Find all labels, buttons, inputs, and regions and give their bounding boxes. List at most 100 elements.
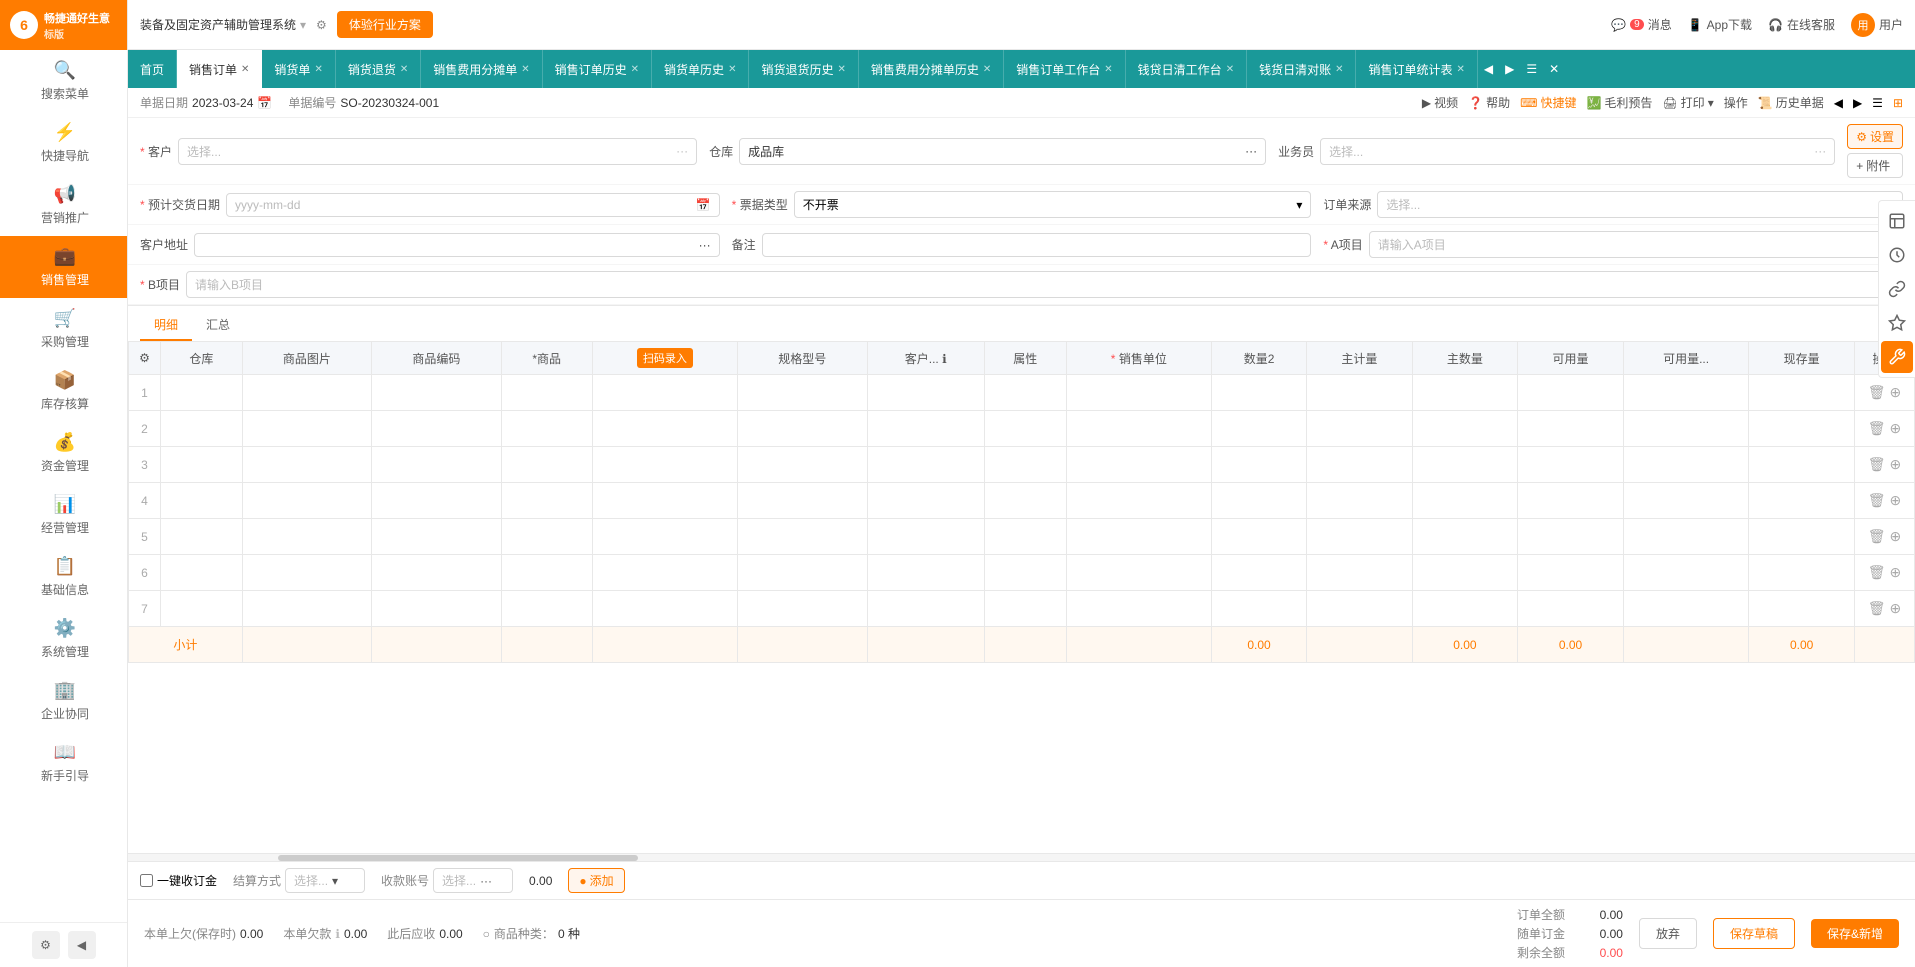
discard-button[interactable]: 放弃 — [1639, 918, 1697, 949]
tab-cash-workbench[interactable]: 钱贷日清工作台 ✕ — [1126, 50, 1247, 88]
tab-order-stats[interactable]: 销售订单统计表 ✕ — [1356, 50, 1477, 88]
sidebar-collapse-btn[interactable]: ◀ — [68, 931, 96, 959]
scroll-thumb[interactable] — [278, 855, 638, 861]
note-input[interactable] — [762, 233, 1312, 257]
th-unit[interactable]: 销售单位 — [1066, 342, 1211, 375]
tab-prev-btn[interactable]: ◀ — [1478, 50, 1499, 88]
copy-icon[interactable]: ⊕ — [1890, 600, 1902, 617]
one-click-checkbox-input[interactable] — [140, 874, 153, 887]
th-avail-qty[interactable]: 可用量 — [1518, 342, 1624, 375]
message-btn[interactable]: 💬 9 消息 — [1611, 16, 1672, 33]
th-main-qty[interactable]: 主数量 — [1412, 342, 1518, 375]
save-draft-button[interactable]: 保存草稿 — [1713, 918, 1795, 949]
delete-icon[interactable]: 🗑 — [1868, 528, 1886, 545]
th-main-unit[interactable]: 主计量 — [1307, 342, 1413, 375]
toolbar-grid-view[interactable]: ⊞ — [1893, 96, 1903, 110]
sidebar-item-marketing[interactable]: 📢 营销推广 — [0, 174, 127, 236]
sidebar-item-quick[interactable]: ⚡ 快捷导航 — [0, 112, 127, 174]
tab-close-icon[interactable]: ✕ — [1226, 64, 1234, 75]
sidebar-item-basic[interactable]: 📋 基础信息 — [0, 546, 127, 608]
tab-close-icon[interactable]: ✕ — [837, 64, 845, 75]
tab-close-icon[interactable]: ✕ — [728, 64, 736, 75]
dots-icon[interactable]: ··· — [480, 874, 492, 888]
save-new-button[interactable]: 保存&新增 — [1811, 919, 1899, 948]
tab-detail[interactable]: 明细 — [140, 310, 192, 341]
tab-close-icon[interactable]: ✕ — [983, 64, 991, 75]
tab-sales-order[interactable]: 销售订单 ✕ — [177, 50, 262, 88]
copy-icon[interactable]: ⊕ — [1890, 456, 1902, 473]
online-support-btn[interactable]: 🎧 在线客服 — [1768, 16, 1835, 33]
dots-icon[interactable]: ··· — [699, 238, 711, 252]
copy-icon[interactable]: ⊕ — [1890, 492, 1902, 509]
tab-close-icon[interactable]: ✕ — [1104, 64, 1112, 75]
th-product[interactable]: *商品 — [501, 342, 592, 375]
th-avail-qty2[interactable]: 可用量... — [1623, 342, 1749, 375]
history-btn[interactable]: 📜 历史单据 — [1758, 94, 1824, 111]
th-current-qty[interactable]: 现存量 — [1749, 342, 1855, 375]
one-click-checkbox[interactable]: 一键收订金 — [140, 872, 217, 889]
print-btn[interactable]: 🖨 打印 ▾ — [1662, 94, 1713, 111]
sidebar-item-sales[interactable]: 💼 销售管理 — [0, 236, 127, 298]
th-customer-code[interactable]: 客户... ℹ — [867, 342, 984, 375]
tab-return-history[interactable]: 销货退货历史 ✕ — [749, 50, 858, 88]
tab-expand-btn[interactable]: ☰ — [1520, 50, 1543, 88]
tab-fee-history[interactable]: 销售费用分摊单历史 ✕ — [859, 50, 1004, 88]
invoice-select[interactable]: 不开票 ▾ — [794, 191, 1312, 218]
tab-summary[interactable]: 汇总 — [192, 310, 244, 341]
right-panel-tool-btn[interactable] — [1881, 341, 1913, 373]
tab-sales-fee[interactable]: 销售费用分摊单 ✕ — [421, 50, 542, 88]
calendar-icon[interactable]: 📅 — [257, 96, 272, 110]
table-container[interactable]: ⚙ 仓库 商品图片 商品编码 *商品 扫码录入 规格型号 客户... ℹ 属性 … — [128, 341, 1915, 853]
delete-icon[interactable]: 🗑 — [1868, 600, 1886, 617]
user-btn[interactable]: 用 用户 — [1851, 13, 1903, 37]
sidebar-item-system[interactable]: ⚙️ 系统管理 — [0, 608, 127, 670]
calendar-small-icon[interactable]: 📅 — [696, 198, 711, 212]
th-product-code[interactable]: 商品编码 — [372, 342, 502, 375]
right-panel-link-btn[interactable] — [1881, 273, 1913, 305]
bank-select[interactable]: 选择... ··· — [433, 868, 513, 893]
tab-close-all-btn[interactable]: ✕ — [1543, 50, 1565, 88]
scroll-bar[interactable] — [128, 853, 1915, 861]
dropdown-arrow-icon[interactable]: ▾ — [300, 18, 306, 32]
delete-icon[interactable]: 🗑 — [1868, 492, 1886, 509]
operation-btn[interactable]: 操作 — [1724, 94, 1748, 111]
tab-slip-history[interactable]: 销货单历史 ✕ — [652, 50, 749, 88]
right-panel-star-btn[interactable] — [1881, 307, 1913, 339]
copy-icon[interactable]: ⊕ — [1890, 420, 1902, 437]
add-btn[interactable]: ● 添加 — [568, 868, 624, 893]
app-download-btn[interactable]: 📱 App下载 — [1688, 16, 1752, 33]
tab-close-icon[interactable]: ✕ — [400, 64, 408, 75]
sidebar-item-search[interactable]: 🔍 搜索菜单 — [0, 50, 127, 112]
b-project-input[interactable]: 请输入B项目 — [186, 271, 1903, 298]
th-product-image[interactable]: 商品图片 — [242, 342, 372, 375]
tab-close-icon[interactable]: ✕ — [1335, 64, 1343, 75]
th-scan[interactable]: 扫码录入 — [592, 342, 737, 375]
sidebar-item-guide[interactable]: 📖 新手引导 — [0, 732, 127, 794]
order-source-input[interactable]: 选择... ▾ — [1377, 191, 1903, 218]
tab-home[interactable]: 首页 — [128, 50, 177, 88]
tab-close-icon[interactable]: ✕ — [631, 64, 639, 75]
tab-close-icon[interactable]: ✕ — [521, 64, 529, 75]
copy-icon[interactable]: ⊕ — [1890, 528, 1902, 545]
address-input[interactable]: ··· — [194, 233, 720, 257]
dots-icon[interactable]: ··· — [1814, 144, 1826, 158]
scan-btn[interactable]: 扫码录入 — [637, 348, 693, 368]
delete-icon[interactable]: 🗑 — [1868, 420, 1886, 437]
payment-select[interactable]: 选择... ▾ — [285, 868, 365, 893]
tab-close-icon[interactable]: ✕ — [1457, 64, 1465, 75]
sidebar-item-enterprise[interactable]: 🏢 企业协同 — [0, 670, 127, 732]
attach-btn[interactable]: + 附件 — [1847, 153, 1903, 178]
video-btn[interactable]: ▶ 视频 — [1422, 94, 1458, 111]
copy-icon[interactable]: ⊕ — [1890, 384, 1902, 401]
sidebar-item-finance[interactable]: 💰 资金管理 — [0, 422, 127, 484]
sidebar-item-operations[interactable]: 📊 经营管理 — [0, 484, 127, 546]
tab-sales-slip[interactable]: 销货单 ✕ — [262, 50, 335, 88]
tab-next-btn[interactable]: ▶ — [1499, 50, 1520, 88]
th-spec[interactable]: 规格型号 — [738, 342, 868, 375]
th-qty2[interactable]: 数量2 — [1212, 342, 1307, 375]
toolbar-list-view[interactable]: ☰ — [1872, 96, 1883, 110]
dots-icon[interactable]: ··· — [676, 144, 688, 158]
sidebar-item-purchase[interactable]: 🛒 采购管理 — [0, 298, 127, 360]
help-btn[interactable]: ❓ 帮助 — [1468, 94, 1510, 111]
tab-order-workbench[interactable]: 销售订单工作台 ✕ — [1004, 50, 1125, 88]
